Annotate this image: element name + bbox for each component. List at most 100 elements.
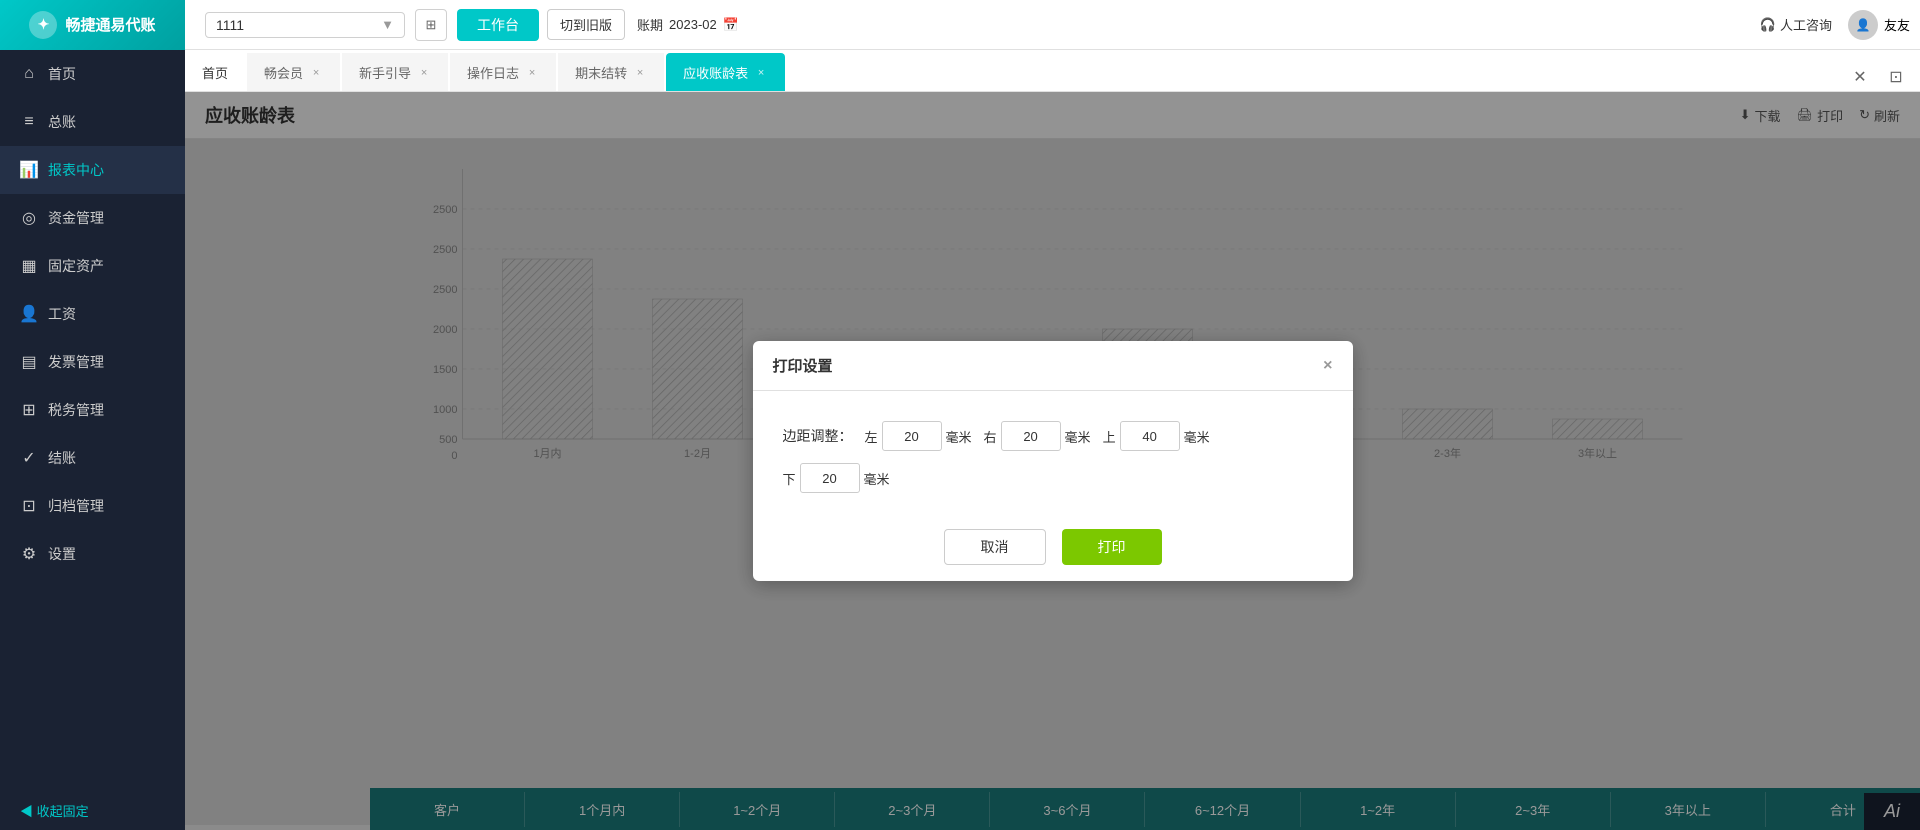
left-unit: 毫米 <box>946 427 972 446</box>
logo-area: ✦ 畅捷通易代账 <box>0 0 185 50</box>
tab-member-close[interactable]: × <box>309 66 323 80</box>
calendar-icon[interactable]: 📅 <box>723 17 739 33</box>
tab-period-end-close[interactable]: × <box>633 66 647 80</box>
switch-button[interactable]: 切到旧版 <box>547 9 625 40</box>
user-label: 友友 <box>1884 15 1910 34</box>
left-margin-group: 左 毫米 <box>865 421 972 451</box>
tab-aging-close[interactable]: × <box>754 66 768 80</box>
content-area: 首页 畅会员 × 新手引导 × 操作日志 × 期末结转 × 应收账龄表 × <box>185 50 1920 830</box>
sidebar-item-invoice-label: 发票管理 <box>48 352 104 372</box>
bottom-unit: 毫米 <box>864 469 890 488</box>
top-label: 上 <box>1103 427 1116 446</box>
home-icon: ⌂ <box>20 65 38 83</box>
bottom-margin-input[interactable] <box>800 463 860 493</box>
sidebar-item-funds-label: 资金管理 <box>48 208 104 228</box>
consult-icon: 🎧 <box>1760 17 1776 33</box>
sidebar-item-fixed-label: 固定资产 <box>48 256 104 276</box>
sidebar-item-salary-label: 工资 <box>48 304 76 324</box>
sidebar-item-ledger-label: 总账 <box>48 112 76 132</box>
logo-text: 畅捷通易代账 <box>65 14 155 35</box>
tab-guide[interactable]: 新手引导 × <box>342 53 448 91</box>
sidebar-item-archive-label: 归档管理 <box>48 496 104 516</box>
tab-oplog-label: 操作日志 <box>467 63 519 82</box>
reports-icon: 📊 <box>20 161 38 179</box>
fixed-icon: ▦ <box>20 257 38 275</box>
sidebar-item-home-label: 首页 <box>48 64 76 84</box>
sidebar-item-funds[interactable]: ◎ 资金管理 <box>0 194 185 242</box>
tab-oplog[interactable]: 操作日志 × <box>450 53 556 91</box>
company-dropdown-icon: ▼ <box>381 17 394 32</box>
sidebar-collapse[interactable]: ◀ 收起固定 <box>0 791 185 830</box>
tab-period-end[interactable]: 期末结转 × <box>558 53 664 91</box>
sidebar-item-settle[interactable]: ✓ 结账 <box>0 434 185 482</box>
bottom-label: 下 <box>783 469 796 488</box>
dialog-close-icon[interactable]: × <box>1323 357 1332 375</box>
cancel-button[interactable]: 取消 <box>944 529 1046 565</box>
dialog-title: 打印设置 <box>773 355 833 376</box>
tab-aging[interactable]: 应收账龄表 × <box>666 53 785 91</box>
sidebar: ⌂ 首页 ≡ 总账 📊 报表中心 ◎ 资金管理 ▦ 固定资产 👤 工资 ▤ 发票… <box>0 50 185 830</box>
workbench-button[interactable]: 工作台 <box>457 9 539 41</box>
tab-guide-label: 新手引导 <box>359 63 411 82</box>
invoice-icon: ▤ <box>20 353 38 371</box>
top-margin-group: 上 毫米 <box>1103 421 1210 451</box>
margin-label: 边距调整： <box>783 426 853 446</box>
top-margin-input[interactable] <box>1120 421 1180 451</box>
top-header: ✦ 畅捷通易代账 1111 ▼ ⊞ 工作台 切到旧版 账期 2023-02 📅 … <box>0 0 1920 50</box>
user-area[interactable]: 👤 友友 <box>1848 10 1910 40</box>
archive-icon: ⊡ <box>20 497 38 515</box>
left-label: 左 <box>865 427 878 446</box>
right-unit: 毫米 <box>1065 427 1091 446</box>
sidebar-item-settle-label: 结账 <box>48 448 76 468</box>
tab-member[interactable]: 畅会员 × <box>247 53 340 91</box>
tab-close-window[interactable]: ✕ <box>1846 63 1874 91</box>
copy-icon: ⊞ <box>426 17 437 33</box>
sidebar-item-home[interactable]: ⌂ 首页 <box>0 50 185 98</box>
sidebar-item-settings[interactable]: ⚙ 设置 <box>0 530 185 578</box>
sidebar-item-fixed[interactable]: ▦ 固定资产 <box>0 242 185 290</box>
period-prefix: 账期 <box>637 15 663 34</box>
period-label: 账期 2023-02 📅 <box>637 15 739 34</box>
salary-icon: 👤 <box>20 305 38 323</box>
sidebar-item-invoice[interactable]: ▤ 发票管理 <box>0 338 185 386</box>
tab-oplog-close[interactable]: × <box>525 66 539 80</box>
tabs-right: ✕ ⊡ <box>1846 63 1920 91</box>
tab-period-end-label: 期末结转 <box>575 63 627 82</box>
consult-button[interactable]: 🎧 人工咨询 <box>1760 15 1832 34</box>
margin-row: 边距调整： 左 毫米 右 毫米 <box>783 421 1323 493</box>
tab-aging-label: 应收账龄表 <box>683 63 748 82</box>
dialog-header: 打印设置 × <box>753 341 1353 391</box>
tab-maximize[interactable]: ⊡ <box>1882 63 1910 91</box>
sidebar-item-salary[interactable]: 👤 工资 <box>0 290 185 338</box>
main-layout: ⌂ 首页 ≡ 总账 📊 报表中心 ◎ 资金管理 ▦ 固定资产 👤 工资 ▤ 发票… <box>0 50 1920 830</box>
tab-home[interactable]: 首页 <box>185 53 245 91</box>
sidebar-item-ledger[interactable]: ≡ 总账 <box>0 98 185 146</box>
sidebar-item-reports[interactable]: 📊 报表中心 <box>0 146 185 194</box>
tab-guide-close[interactable]: × <box>417 66 431 80</box>
bottom-margin-group: 下 毫米 <box>783 463 890 493</box>
left-margin-input[interactable] <box>882 421 942 451</box>
logo-icon: ✦ <box>29 11 57 39</box>
print-confirm-button[interactable]: 打印 <box>1062 529 1162 565</box>
company-name: 1111 <box>216 17 373 33</box>
tab-member-label: 畅会员 <box>264 63 303 82</box>
sidebar-item-settings-label: 设置 <box>48 544 76 564</box>
dialog-body: 边距调整： 左 毫米 右 毫米 <box>753 391 1353 513</box>
consult-label: 人工咨询 <box>1780 15 1832 34</box>
dialog-footer: 取消 打印 <box>753 513 1353 581</box>
funds-icon: ◎ <box>20 209 38 227</box>
company-selector[interactable]: 1111 ▼ <box>205 12 405 38</box>
collapse-label: ◀ 收起固定 <box>20 801 89 820</box>
settings-icon: ⚙ <box>20 545 38 563</box>
sidebar-item-archive[interactable]: ⊡ 归档管理 <box>0 482 185 530</box>
tab-home-label: 首页 <box>202 63 228 82</box>
right-margin-input[interactable] <box>1001 421 1061 451</box>
right-label: 右 <box>984 427 997 446</box>
print-settings-dialog: 打印设置 × 边距调整： 左 毫米 右 <box>753 341 1353 581</box>
period-value: 2023-02 <box>669 17 717 32</box>
modal-overlay: 打印设置 × 边距调整： 左 毫米 右 <box>185 92 1920 830</box>
tabs-bar: 首页 畅会员 × 新手引导 × 操作日志 × 期末结转 × 应收账龄表 × <box>185 50 1920 92</box>
settle-icon: ✓ <box>20 449 38 467</box>
copy-button[interactable]: ⊞ <box>415 9 447 41</box>
sidebar-item-tax[interactable]: ⊞ 税务管理 <box>0 386 185 434</box>
